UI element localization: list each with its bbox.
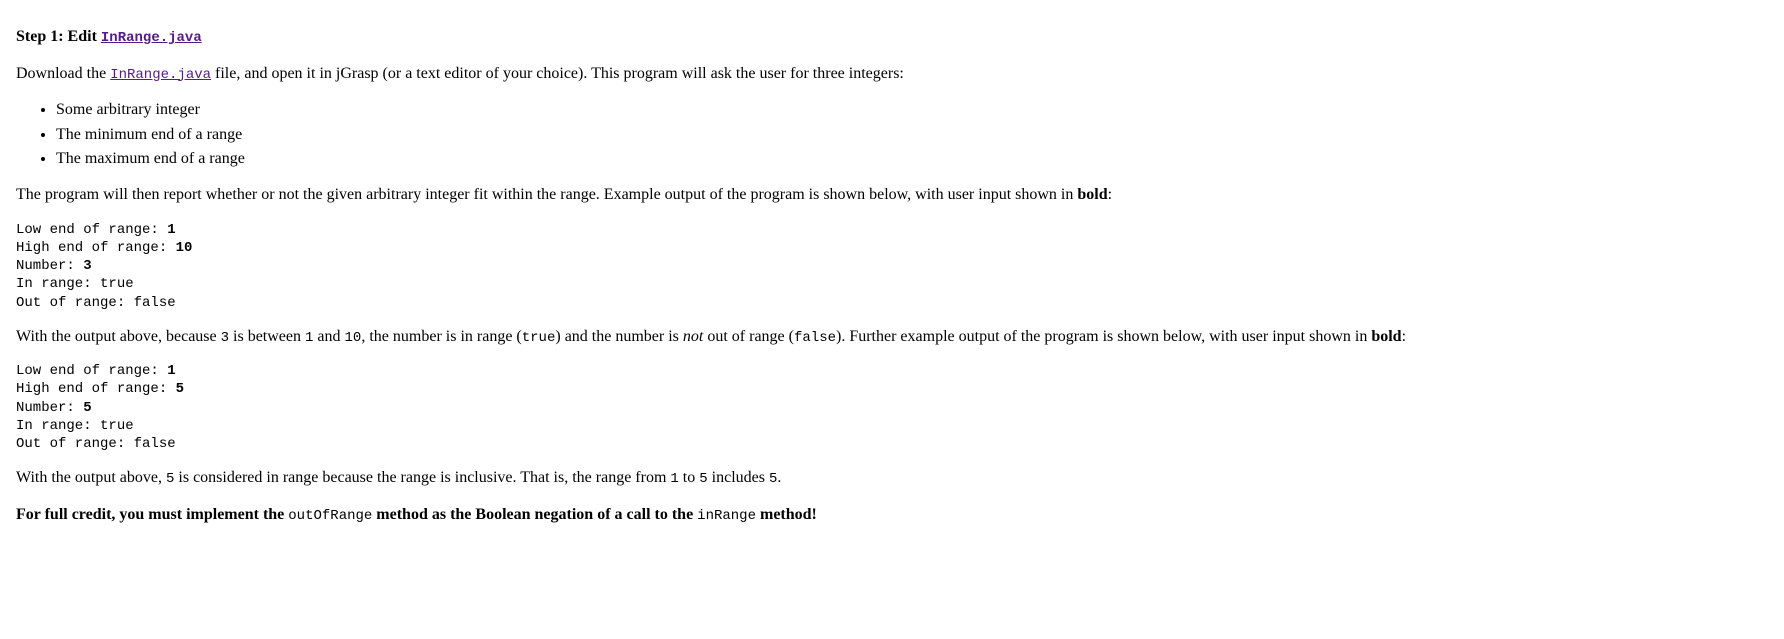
- ex1-l5: Out of range: false: [16, 295, 176, 311]
- explanation-paragraph-2: With the output above, 5 is considered i…: [16, 467, 1768, 490]
- p3-c3: 10: [345, 330, 362, 346]
- intro-paragraph: Download the InRange.java file, and open…: [16, 63, 1768, 86]
- ex1-l4: In range: true: [16, 276, 134, 292]
- ex1-l2-input: 10: [176, 240, 193, 256]
- intro-post: file, and open it in jGrasp (or a text e…: [211, 65, 904, 82]
- file-link-inrange[interactable]: InRange.java: [101, 30, 202, 46]
- ex2-l2-label: High end of range:: [16, 381, 176, 397]
- ex1-l1-input: 1: [167, 222, 175, 238]
- requirements-list: Some arbitrary integer The minimum end o…: [16, 99, 1768, 170]
- p3-i1: not: [683, 328, 703, 345]
- p4-t4: includes: [708, 469, 769, 486]
- ex1-l2-label: High end of range:: [16, 240, 176, 256]
- explanation-paragraph-1: With the output above, because 3 is betw…: [16, 326, 1768, 349]
- p3-t6: out of range (: [703, 328, 794, 345]
- p5-c1: outOfRange: [288, 508, 372, 524]
- p3-t4: , the number is in range (: [361, 328, 521, 345]
- p3-t1: With the output above, because: [16, 328, 221, 345]
- p3-t3: and: [313, 328, 344, 345]
- ex2-l3-label: Number:: [16, 400, 83, 416]
- credit-paragraph: For full credit, you must implement the …: [16, 504, 1768, 527]
- p4-t1: With the output above,: [16, 469, 166, 486]
- ex2-l5: Out of range: false: [16, 436, 176, 452]
- list-item: Some arbitrary integer: [56, 99, 1768, 121]
- p4-t2: is considered in range because the range…: [174, 469, 670, 486]
- p4-t3: to: [679, 469, 699, 486]
- list-item: The minimum end of a range: [56, 124, 1768, 146]
- file-link-inrange-2[interactable]: InRange.java: [110, 67, 211, 83]
- p3-t8: :: [1402, 328, 1406, 345]
- p4-t5: .: [777, 469, 781, 486]
- para2-pre: The program will then report whether or …: [16, 186, 1077, 203]
- p5-c2: inRange: [697, 508, 756, 524]
- p5-b2: method as the Boolean negation of a call…: [372, 506, 697, 523]
- ex2-l3-input: 5: [83, 400, 91, 416]
- ex2-l1-label: Low end of range:: [16, 363, 167, 379]
- p5-b1: For full credit, you must implement the: [16, 506, 288, 523]
- ex2-l2-input: 5: [176, 381, 184, 397]
- p3-c5: false: [794, 330, 836, 346]
- para2-bold: bold: [1077, 186, 1107, 203]
- list-item: The maximum end of a range: [56, 148, 1768, 170]
- p3-b1: bold: [1371, 328, 1401, 345]
- p3-t5: ) and the number is: [555, 328, 683, 345]
- p3-c4: true: [522, 330, 556, 346]
- p3-t2: is between: [229, 328, 305, 345]
- ex1-l1-label: Low end of range:: [16, 222, 167, 238]
- step-header: Step 1: Edit InRange.java: [16, 26, 1768, 49]
- ex1-l3-label: Number:: [16, 258, 83, 274]
- step-label: Step 1: Edit: [16, 28, 101, 45]
- para2-post: :: [1108, 186, 1112, 203]
- p5-b3: method!: [756, 506, 817, 523]
- ex2-l1-input: 1: [167, 363, 175, 379]
- example-output-1: Low end of range: 1 High end of range: 1…: [16, 221, 1768, 312]
- p4-c3: 5: [699, 471, 707, 487]
- ex2-l4: In range: true: [16, 418, 134, 434]
- p4-c2: 1: [670, 471, 678, 487]
- ex1-l3-input: 3: [83, 258, 91, 274]
- example-output-2: Low end of range: 1 High end of range: 5…: [16, 362, 1768, 453]
- intro-pre: Download the: [16, 65, 110, 82]
- p3-t7: ). Further example output of the program…: [836, 328, 1371, 345]
- description-paragraph: The program will then report whether or …: [16, 184, 1768, 206]
- p3-c1: 3: [221, 330, 229, 346]
